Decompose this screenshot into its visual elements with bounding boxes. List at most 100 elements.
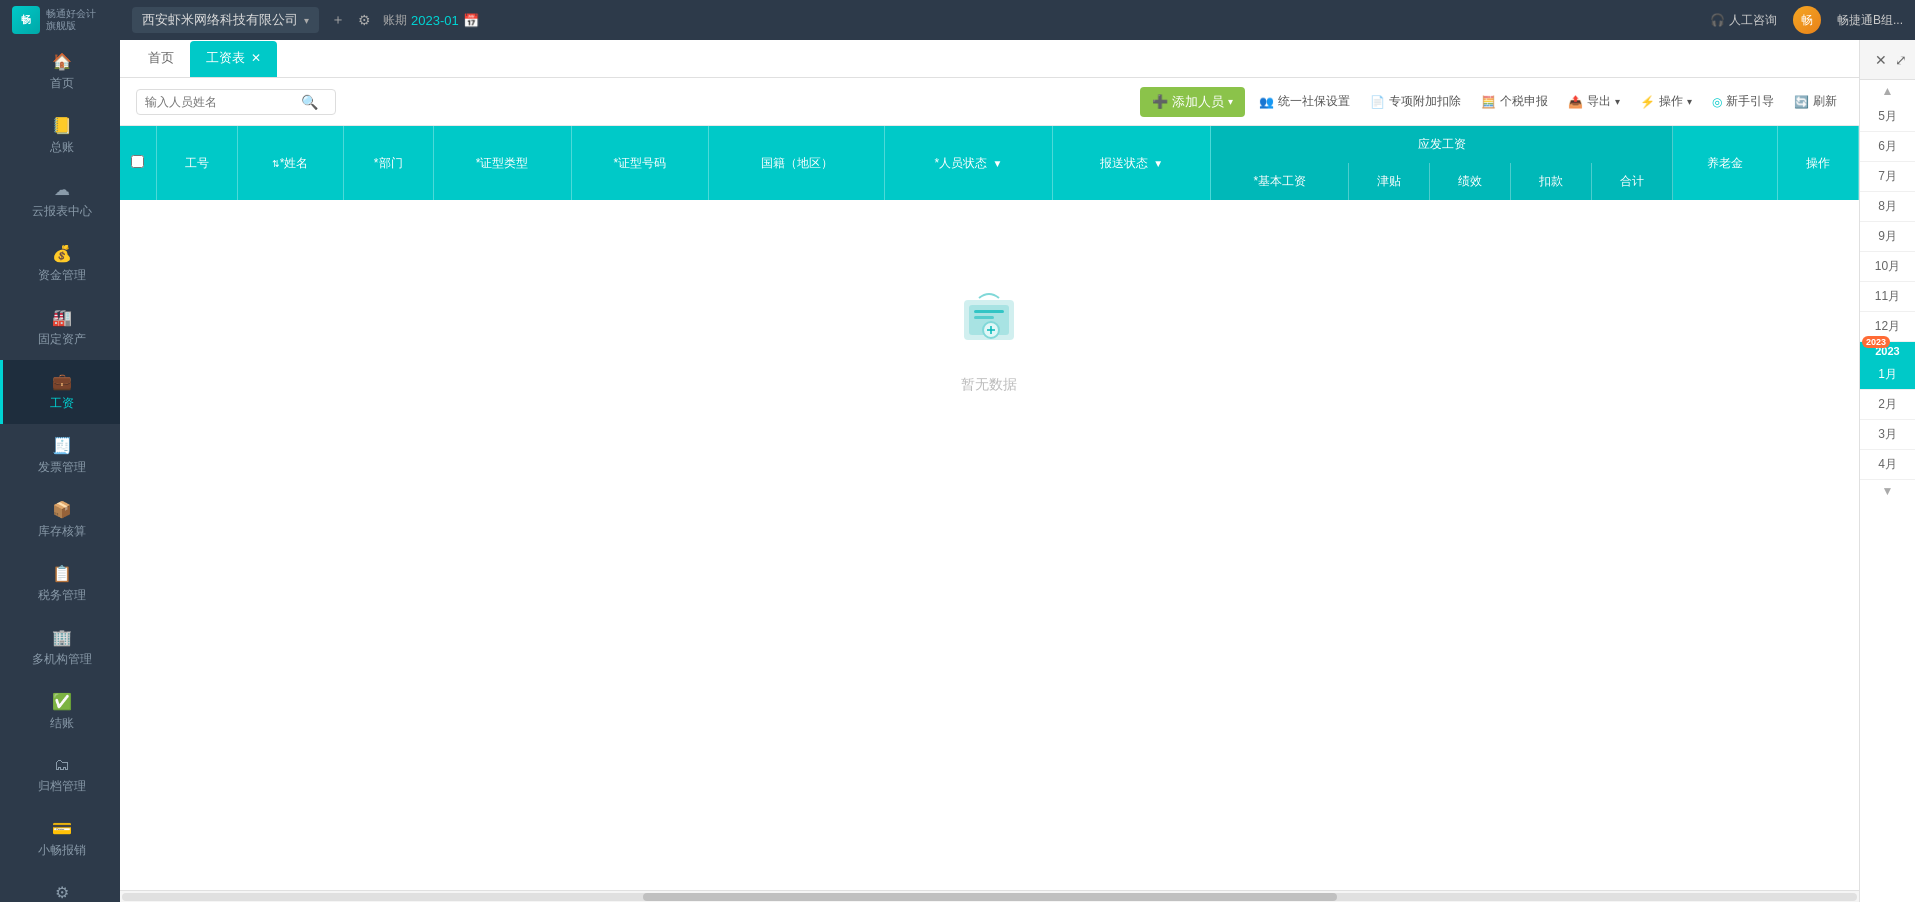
settings-icon-button[interactable]: ⚙ [351, 7, 377, 33]
sidebar-item-assets[interactable]: 🏭 固定资产 [0, 296, 120, 360]
month-item-1[interactable]: 1月 [1860, 360, 1915, 390]
add-person-button[interactable]: ➕ 添加人员 ▾ [1140, 87, 1245, 117]
expense-icon: 💳 [52, 819, 72, 838]
calendar-icon[interactable]: 📅 [463, 13, 479, 28]
th-cert-type: *证型类型 [433, 126, 571, 200]
app-logo: 畅 畅通好会计 旗舰版 [12, 6, 132, 34]
th-checkbox[interactable] [120, 126, 156, 200]
filter-status-icon: ▼ [993, 158, 1003, 169]
th-salary-group: 应发工资 [1211, 126, 1673, 163]
sidebar-label-invoice: 发票管理 [38, 459, 86, 476]
th-name[interactable]: ⇅*姓名 [237, 126, 343, 200]
month-item-3[interactable]: 3月 [1860, 420, 1915, 450]
sidebar-label-expense: 小畅报销 [38, 842, 86, 859]
user-name[interactable]: 畅捷通B组... [1837, 12, 1903, 29]
sidebar-label-archive: 归档管理 [38, 778, 86, 795]
social-label: 统一社保设置 [1278, 93, 1350, 110]
sidebar-label-tax: 税务管理 [38, 587, 86, 604]
add-person-label: 添加人员 [1172, 93, 1224, 111]
month-item-10[interactable]: 10月 [1860, 252, 1915, 282]
year-down-arrow[interactable]: ▼ [1860, 480, 1915, 502]
inventory-icon: 📦 [52, 500, 72, 519]
sidebar-item-capital[interactable]: 💰 资金管理 [0, 232, 120, 296]
select-all-checkbox[interactable] [131, 155, 144, 168]
sidebar-item-home[interactable]: 🏠 首页 [0, 40, 120, 104]
sidebar-item-multi[interactable]: 🏢 多机构管理 [0, 616, 120, 680]
search-icon: 🔍 [301, 94, 318, 110]
social-security-action[interactable]: 👥 统一社保设置 [1253, 89, 1356, 114]
year-up-arrow[interactable]: ▲ [1860, 80, 1915, 102]
export-label: 导出 [1587, 93, 1611, 110]
empty-text: 暂无数据 [961, 376, 1017, 394]
month-item-5[interactable]: 5月 [1860, 102, 1915, 132]
sidebar-label-salary: 工资 [50, 395, 74, 412]
service-label: 人工咨询 [1729, 12, 1777, 29]
scroll-thumb[interactable] [643, 893, 1337, 901]
th-status[interactable]: *人员状态 ▼ [885, 126, 1053, 200]
th-cert-no: *证型号码 [571, 126, 709, 200]
th-emp-no: 工号 [156, 126, 237, 200]
headset-icon: 🎧 [1710, 13, 1725, 27]
refresh-action[interactable]: 🔄 刷新 [1788, 89, 1843, 114]
month-item-8[interactable]: 8月 [1860, 192, 1915, 222]
top-header: 畅 畅通好会计 旗舰版 西安虾米网络科技有限公司 ▾ ＋ ⚙ 账期 2023-0… [0, 0, 1915, 40]
operations-action[interactable]: ⚡ 操作 ▾ [1634, 89, 1698, 114]
sidebar-item-invoice[interactable]: 🧾 发票管理 [0, 424, 120, 488]
period-value[interactable]: 2023-01 [411, 13, 459, 28]
service-button[interactable]: 🎧 人工咨询 [1710, 12, 1777, 29]
period-label: 账期 [383, 12, 407, 29]
th-dept: *部门 [343, 126, 433, 200]
month-item-6[interactable]: 6月 [1860, 132, 1915, 162]
guide-action[interactable]: ◎ 新手引导 [1706, 89, 1780, 114]
guide-action-label: 新手引导 [1726, 93, 1774, 110]
month-item-7[interactable]: 7月 [1860, 162, 1915, 192]
sidebar-label-multi: 多机构管理 [32, 651, 92, 668]
table-container: 工号 ⇅*姓名 *部门 *证型类型 *证型号码 国籍（地区） *人员状态 ▼ 报… [120, 126, 1859, 890]
th-operations: 操作 [1777, 126, 1858, 200]
tax-action-label: 个税申报 [1500, 93, 1548, 110]
th-report-status[interactable]: 报送状态 ▼ [1052, 126, 1211, 200]
sidebar-item-salary[interactable]: 💼 工资 [0, 360, 120, 424]
capital-icon: 💰 [52, 244, 72, 263]
sidebar-label-ledger: 总账 [50, 139, 74, 156]
th-subsidy: 津贴 [1349, 163, 1430, 200]
panel-expand-button[interactable]: ⤢ [1893, 50, 1909, 70]
svg-rect-2 [974, 310, 1004, 313]
year-2023-label: 2023 2023 [1860, 342, 1915, 360]
panel-close-button[interactable]: ✕ [1873, 50, 1889, 70]
th-pension: 养老金 [1673, 126, 1778, 200]
sidebar-item-settings[interactable]: ⚙ 基础设置 [0, 871, 120, 902]
search-box[interactable]: 🔍 [136, 89, 336, 115]
multi-icon: 🏢 [52, 628, 72, 647]
sidebar-item-expense[interactable]: 💳 小畅报销 [0, 807, 120, 871]
th-performance: 绩效 [1430, 163, 1511, 200]
tab-bar: 首页 工资表 ✕ [120, 40, 1859, 78]
tab-home[interactable]: 首页 [132, 41, 190, 77]
month-item-9[interactable]: 9月 [1860, 222, 1915, 252]
add-company-button[interactable]: ＋ [325, 7, 351, 33]
search-input[interactable] [145, 95, 295, 109]
month-item-2[interactable]: 2月 [1860, 390, 1915, 420]
tax-icon: 📋 [52, 564, 72, 583]
tab-close-icon[interactable]: ✕ [251, 51, 261, 65]
home-icon: 🏠 [52, 52, 72, 71]
bottom-scrollbar[interactable] [120, 890, 1859, 902]
sidebar-label-home: 首页 [50, 75, 74, 92]
special-deduct-action[interactable]: 📄 专项附加扣除 [1364, 89, 1467, 114]
invoice-icon: 🧾 [52, 436, 72, 455]
month-item-11[interactable]: 11月 [1860, 282, 1915, 312]
sidebar-item-cloud[interactable]: ☁ 云报表中心 [0, 168, 120, 232]
sidebar-item-settle[interactable]: ✅ 结账 [0, 680, 120, 744]
export-action[interactable]: 📤 导出 ▾ [1562, 89, 1626, 114]
sidebar-item-archive[interactable]: 🗂 归档管理 [0, 744, 120, 807]
user-avatar: 畅 [1793, 6, 1821, 34]
company-selector[interactable]: 西安虾米网络科技有限公司 ▾ [132, 7, 319, 33]
month-item-4[interactable]: 4月 [1860, 450, 1915, 480]
sidebar-item-ledger[interactable]: 📒 总账 [0, 104, 120, 168]
export-icon: 📤 [1568, 95, 1583, 109]
sort-icon-name: ⇅ [272, 159, 280, 169]
sidebar-item-inventory[interactable]: 📦 库存核算 [0, 488, 120, 552]
income-tax-action[interactable]: 🧮 个税申报 [1475, 89, 1554, 114]
tab-salary-table[interactable]: 工资表 ✕ [190, 41, 277, 77]
sidebar-item-tax[interactable]: 📋 税务管理 [0, 552, 120, 616]
